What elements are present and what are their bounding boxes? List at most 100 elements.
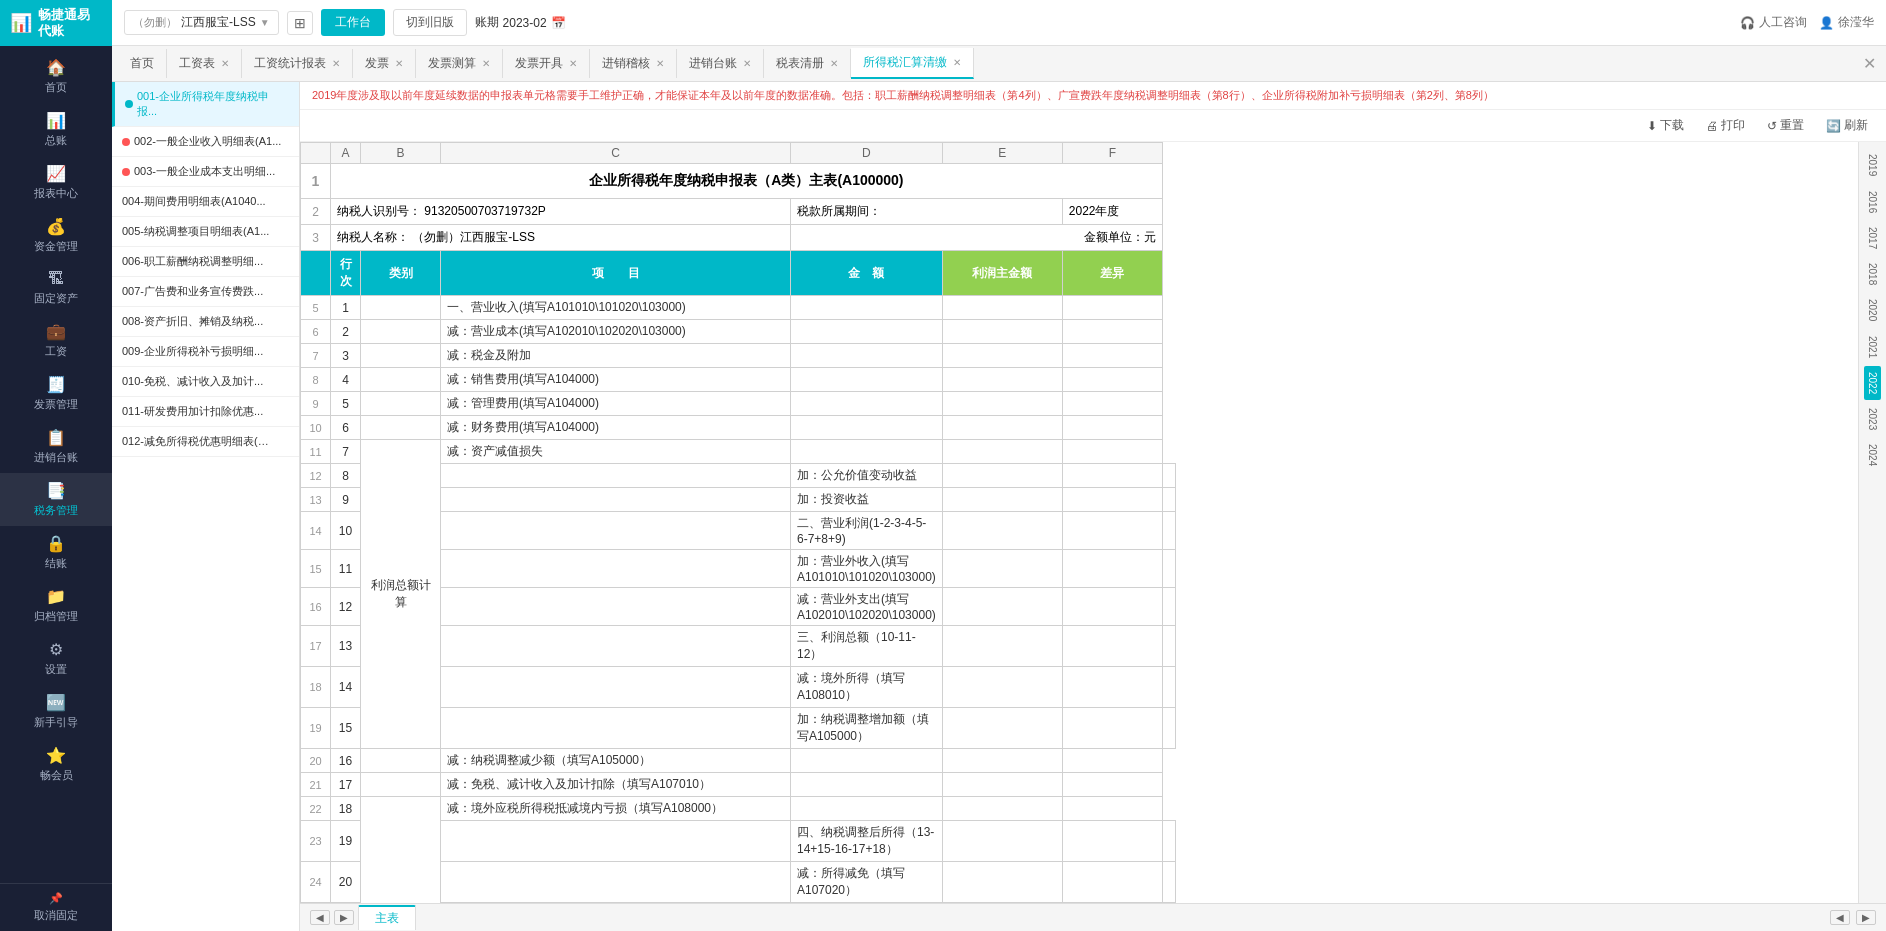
report-label-008: 008-资产折旧、摊销及纳税... [122, 314, 263, 329]
home-icon: 🏠 [46, 58, 66, 77]
year-item-2019[interactable]: 2019 [1864, 148, 1881, 182]
report-label-003: 003-一般企业成本支出明细... [134, 164, 275, 179]
year-item-2017[interactable]: 2017 [1864, 221, 1881, 255]
user-profile[interactable]: 👤 徐滢华 [1819, 14, 1874, 31]
sidebar-item-tax[interactable]: 📑 税务管理 [0, 473, 112, 526]
warning-text: 2019年度涉及取以前年度延续数据的申报表单元格需要手工维护正确，才能保证本年及… [312, 89, 1494, 101]
sidebar-item-home[interactable]: 🏠 首页 [0, 50, 112, 103]
headset-icon: 🎧 [1740, 16, 1755, 30]
report-item-001[interactable]: 001-企业所得税年度纳税申报... [112, 82, 299, 127]
year-item-2022[interactable]: 2022 [1864, 366, 1881, 400]
sidebar-item-guide[interactable]: 🆕 新手引导 [0, 685, 112, 738]
year-item-2016[interactable]: 2016 [1864, 185, 1881, 219]
close-all-icon[interactable]: ✕ [1863, 54, 1876, 73]
settings-icon: ⚙ [49, 640, 63, 659]
topbar-right: 🎧 人工咨询 👤 徐滢华 [1740, 14, 1874, 31]
close-tab-sales-check[interactable]: ✕ [656, 58, 664, 69]
switch-old-button[interactable]: 切到旧版 [393, 9, 467, 36]
sheet-tab-main[interactable]: 主表 [358, 905, 416, 930]
report-item-004[interactable]: 004-期间费用明细表(A1040... [112, 187, 299, 217]
page-next-button[interactable]: ▶ [1856, 910, 1876, 925]
tab-income-tax[interactable]: 所得税汇算清缴 ✕ [851, 48, 974, 79]
pagination-controls: ◀ ▶ [1830, 910, 1876, 925]
app-logo: 📊 畅捷通易代账 [0, 0, 112, 46]
copy-icon-button[interactable]: ⊞ [287, 11, 313, 35]
close-tab-income-tax[interactable]: ✕ [953, 57, 961, 68]
sidebar-item-sales[interactable]: 📋 进销台账 [0, 420, 112, 473]
close-tab-sales-ledger[interactable]: ✕ [743, 58, 751, 69]
status-dot-003 [122, 168, 130, 176]
download-icon: ⬇ [1647, 119, 1657, 133]
report-item-012[interactable]: 012-减免所得税优惠明细表(… [112, 427, 299, 457]
payroll-icon: 💼 [46, 322, 66, 341]
sidebar-item-archive[interactable]: 📁 归档管理 [0, 579, 112, 632]
tab-invoice-issue[interactable]: 发票开具 ✕ [503, 49, 590, 78]
page-prev-button[interactable]: ◀ [1830, 910, 1850, 925]
report-item-002[interactable]: 002-一般企业收入明细表(A1... [112, 127, 299, 157]
sidebar-item-close[interactable]: 🔒 结账 [0, 526, 112, 579]
report-item-009[interactable]: 009-企业所得税补亏损明细... [112, 337, 299, 367]
warning-bar: 2019年度涉及取以前年度延续数据的申报表单元格需要手工维护正确，才能保证本年及… [300, 82, 1886, 110]
sidebar-item-settings[interactable]: ⚙ 设置 [0, 632, 112, 685]
close-tab-payslip[interactable]: ✕ [221, 58, 229, 69]
tab-invoice[interactable]: 发票 ✕ [353, 49, 416, 78]
sheet-nav-next[interactable]: ▶ [334, 910, 354, 925]
close-all-button[interactable]: ✕ [1863, 54, 1880, 73]
close-tab-invoice-calc[interactable]: ✕ [482, 58, 490, 69]
table-row-info2: 3 纳税人名称： （勿删）江西服宝-LSS 金额单位：元 [301, 225, 1176, 251]
close-tab-payroll-stats[interactable]: ✕ [332, 58, 340, 69]
reset-button[interactable]: ↺ 重置 [1761, 114, 1810, 137]
tab-home[interactable]: 首页 [118, 49, 167, 78]
tab-sales-ledger[interactable]: 进销台账 ✕ [677, 49, 764, 78]
sidebar-item-member[interactable]: ⭐ 畅会员 [0, 738, 112, 791]
report-item-005[interactable]: 005-纳税调整项目明细表(A1... [112, 217, 299, 247]
report-item-006[interactable]: 006-职工薪酬纳税调整明细... [112, 247, 299, 277]
report-label-001: 001-企业所得税年度纳税申报... [137, 89, 289, 119]
tab-payslip-label: 工资表 [179, 55, 215, 72]
close-tab-invoice[interactable]: ✕ [395, 58, 403, 69]
sidebar-item-reports[interactable]: 📈 报表中心 [0, 156, 112, 209]
year-item-2021[interactable]: 2021 [1864, 330, 1881, 364]
tab-payslip[interactable]: 工资表 ✕ [167, 49, 242, 78]
refresh-label: 刷新 [1844, 117, 1868, 134]
sidebar-item-assets[interactable]: 🏗 固定资产 [0, 262, 112, 314]
archive-icon: 📁 [46, 587, 66, 606]
print-button[interactable]: 🖨 打印 [1700, 114, 1751, 137]
main-content: （勿删） (勿删）江西服宝-LSS 江西服宝-LSS ▼ ⊞ 工作台 切到旧版 … [112, 0, 1886, 931]
close-tab-tax-list[interactable]: ✕ [830, 58, 838, 69]
taxpayer-id-cell: 纳税人识别号： 91320500703719732P [331, 199, 791, 225]
report-item-003[interactable]: 003-一般企业成本支出明细... [112, 157, 299, 187]
sidebar-item-payroll[interactable]: 💼 工资 [0, 314, 112, 367]
tab-tax-list[interactable]: 税表清册 ✕ [764, 49, 851, 78]
col-B: B [361, 143, 441, 164]
close-tab-invoice-issue[interactable]: ✕ [569, 58, 577, 69]
sheet-nav-prev[interactable]: ◀ [310, 910, 330, 925]
spreadsheet-container[interactable]: A B C D E F 1 企业所 [300, 142, 1858, 903]
refresh-button[interactable]: 🔄 刷新 [1820, 114, 1874, 137]
company-selector[interactable]: （勿删） (勿删）江西服宝-LSS 江西服宝-LSS ▼ [124, 10, 279, 35]
download-button[interactable]: ⬇ 下载 [1641, 114, 1690, 137]
support-link[interactable]: 🎧 人工咨询 [1740, 14, 1807, 31]
report-item-008[interactable]: 008-资产折旧、摊销及纳税... [112, 307, 299, 337]
reset-label: 重置 [1780, 117, 1804, 134]
report-item-010[interactable]: 010-免税、减计收入及加计... [112, 367, 299, 397]
tab-invoice-calc[interactable]: 发票测算 ✕ [416, 49, 503, 78]
sidebar-item-ledger[interactable]: 📊 总账 [0, 103, 112, 156]
category-taxable: 应纳税所得额计算 [361, 797, 441, 903]
report-label-009: 009-企业所得税补亏损明细... [122, 344, 263, 359]
worktable-button[interactable]: 工作台 [321, 9, 385, 36]
year-item-2023[interactable]: 2023 [1864, 402, 1881, 436]
year-item-2018[interactable]: 2018 [1864, 257, 1881, 291]
col-D: D [791, 143, 943, 164]
tab-payroll-stats[interactable]: 工资统计报表 ✕ [242, 49, 353, 78]
sidebar-label-assets: 固定资产 [34, 291, 78, 306]
unpin-button[interactable]: 📌 取消固定 [0, 883, 112, 931]
report-item-011[interactable]: 011-研发费用加计扣除优惠... [112, 397, 299, 427]
year-item-2024[interactable]: 2024 [1864, 438, 1881, 472]
tab-sales-check[interactable]: 进销稽核 ✕ [590, 49, 677, 78]
sidebar-item-capital[interactable]: 💰 资金管理 [0, 209, 112, 262]
table-row: 7 3 减：税金及附加 [301, 344, 1176, 368]
sidebar-item-invoice[interactable]: 🧾 发票管理 [0, 367, 112, 420]
report-item-007[interactable]: 007-广告费和业务宣传费跌... [112, 277, 299, 307]
year-item-2020[interactable]: 2020 [1864, 293, 1881, 327]
